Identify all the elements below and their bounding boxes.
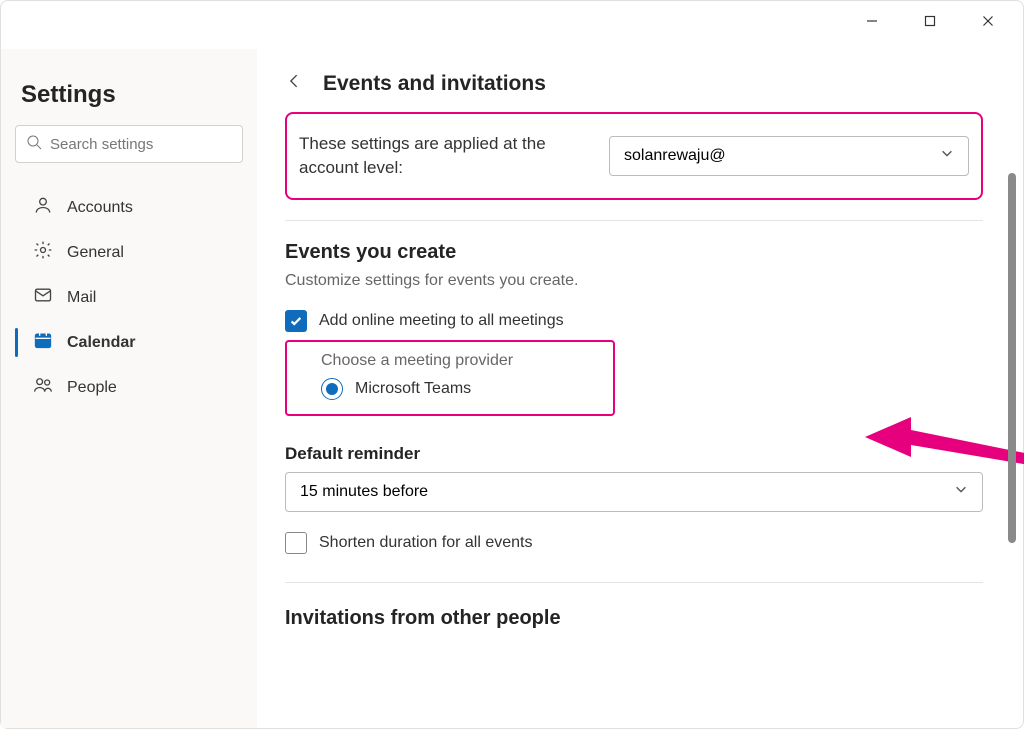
gear-icon — [33, 240, 67, 265]
sidebar-title: Settings — [1, 77, 257, 125]
calendar-icon — [33, 330, 67, 355]
meeting-provider-box: Choose a meeting provider Microsoft Team… — [285, 340, 615, 416]
shorten-duration-label: Shorten duration for all events — [319, 534, 532, 552]
chevron-down-icon — [940, 146, 954, 165]
scrollbar[interactable] — [1007, 173, 1017, 720]
default-reminder-value: 15 minutes before — [300, 483, 428, 501]
default-reminder-heading: Default reminder — [285, 444, 983, 464]
sidebar-item-label: General — [67, 244, 124, 262]
divider — [285, 220, 983, 221]
search-icon — [26, 134, 50, 154]
meeting-provider-radio[interactable] — [321, 378, 343, 400]
account-level-row: These settings are applied at the accoun… — [285, 112, 983, 200]
settings-sidebar: Settings Search settings Accounts Genera… — [1, 49, 257, 728]
meeting-provider-title: Choose a meeting provider — [321, 352, 597, 370]
sidebar-item-calendar[interactable]: Calendar — [9, 320, 249, 365]
page-title: Events and invitations — [323, 72, 546, 96]
sidebar-item-label: Accounts — [67, 199, 133, 217]
search-input[interactable]: Search settings — [15, 125, 243, 163]
add-online-meeting-label: Add online meeting to all meetings — [319, 312, 564, 330]
shorten-duration-checkbox[interactable] — [285, 532, 307, 554]
sidebar-item-label: Calendar — [67, 334, 135, 352]
minimize-button[interactable] — [843, 1, 901, 41]
mail-icon — [33, 285, 67, 310]
meeting-provider-label: Microsoft Teams — [355, 380, 471, 398]
chevron-down-icon — [954, 482, 968, 501]
account-level-label: These settings are applied at the accoun… — [299, 132, 569, 180]
default-reminder-select[interactable]: 15 minutes before — [285, 472, 983, 512]
main-panel: Events and invitations These settings ar… — [257, 49, 1023, 728]
add-online-meeting-checkbox[interactable] — [285, 310, 307, 332]
window-titlebar — [1, 1, 1023, 49]
divider — [285, 582, 983, 583]
sidebar-item-general[interactable]: General — [9, 230, 249, 275]
close-button[interactable] — [959, 1, 1017, 41]
maximize-button[interactable] — [901, 1, 959, 41]
account-select[interactable]: solanrewaju@ — [609, 136, 969, 176]
scrollbar-thumb[interactable] — [1008, 173, 1016, 543]
events-subtitle: Customize settings for events you create… — [285, 272, 983, 290]
sidebar-item-label: Mail — [67, 289, 96, 307]
invitations-heading: Invitations from other people — [285, 607, 983, 630]
sidebar-item-mail[interactable]: Mail — [9, 275, 249, 320]
radio-dot-icon — [326, 383, 338, 395]
meeting-provider-teams-row: Microsoft Teams — [321, 378, 597, 400]
content-area: These settings are applied at the accoun… — [257, 112, 1011, 630]
sidebar-item-accounts[interactable]: Accounts — [9, 185, 249, 230]
search-placeholder: Search settings — [50, 136, 153, 153]
page-header: Events and invitations — [257, 49, 1011, 112]
person-icon — [33, 195, 67, 220]
sidebar-item-label: People — [67, 379, 117, 397]
people-icon — [33, 375, 67, 400]
shorten-duration-row: Shorten duration for all events — [285, 532, 983, 554]
nav-list: Accounts General Mail Calendar People — [1, 181, 257, 414]
account-select-value: solanrewaju@ — [624, 147, 726, 165]
sidebar-item-people[interactable]: People — [9, 365, 249, 410]
add-online-meeting-row: Add online meeting to all meetings — [285, 310, 983, 332]
back-button[interactable] — [285, 71, 305, 96]
events-you-create-heading: Events you create — [285, 241, 983, 264]
